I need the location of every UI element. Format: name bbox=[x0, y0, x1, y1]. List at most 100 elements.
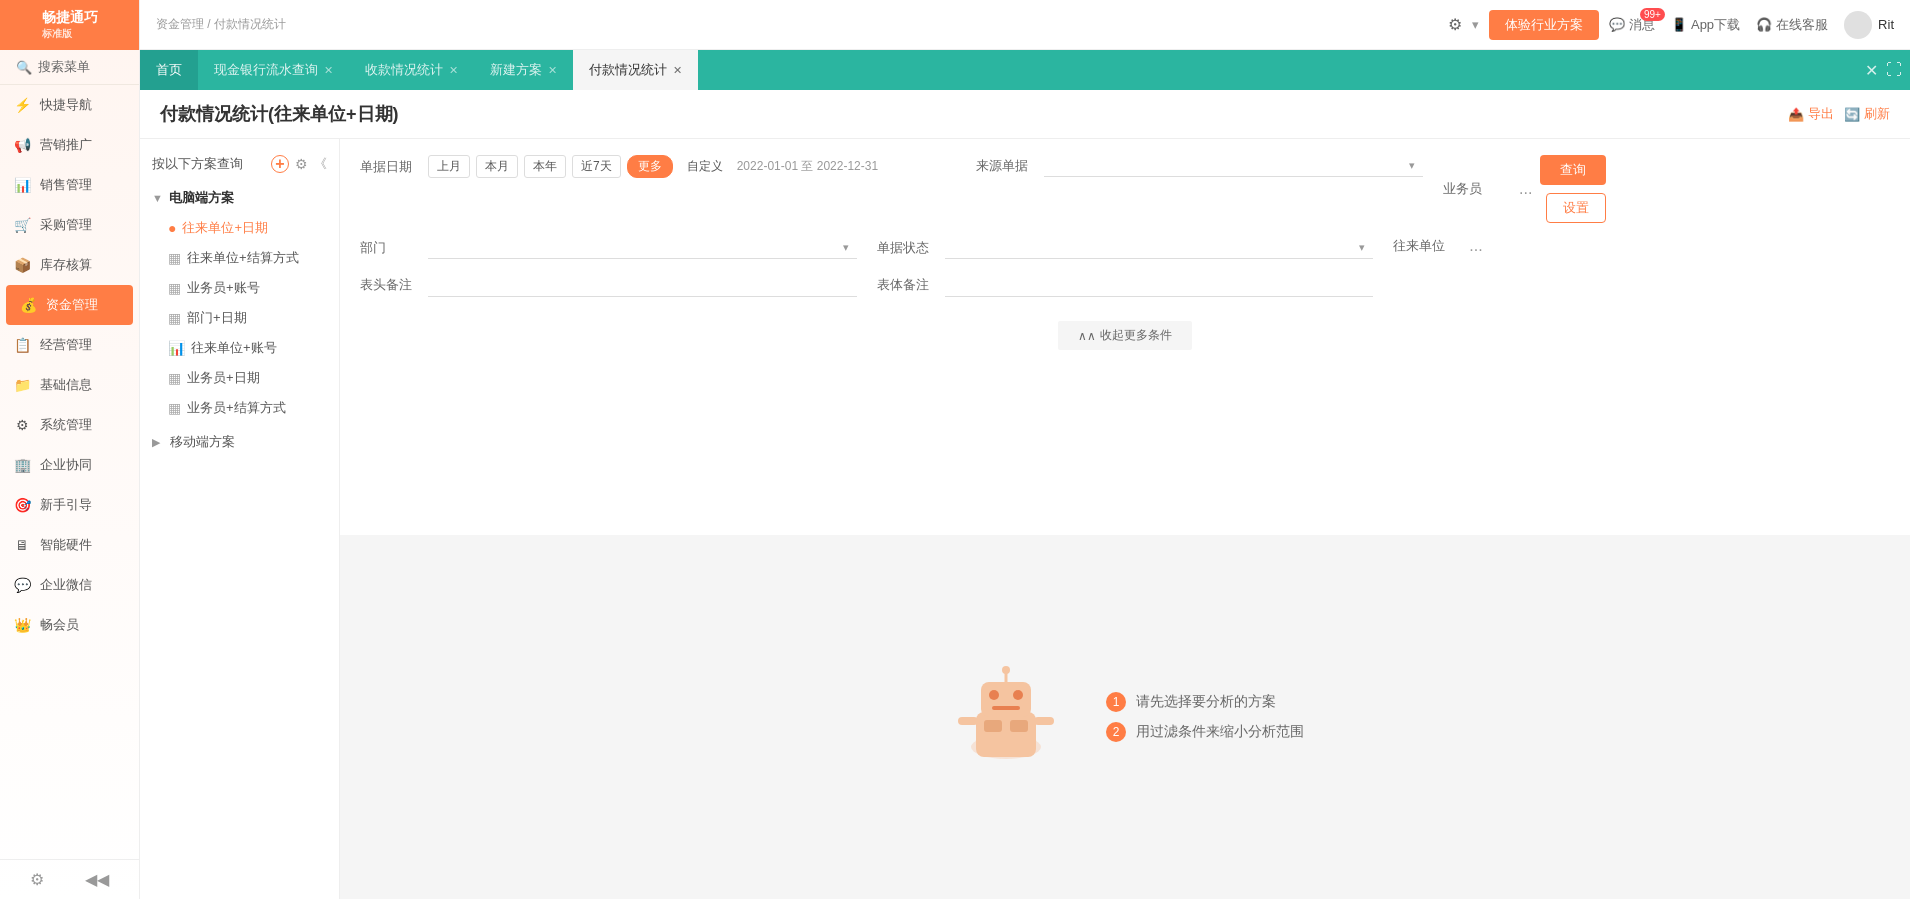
sidebar-item-quick-nav[interactable]: ⚡ 快捷导航 bbox=[0, 85, 139, 125]
date-range: 2022-01-01 至 2022-12-31 bbox=[737, 158, 878, 175]
filter-area: 单据日期 上月 本月 本年 近7天 更多 自定义 2022-01-01 至 20… bbox=[340, 139, 1910, 535]
scheme-item-salesman-date[interactable]: ▦业务员+日期 bbox=[140, 363, 339, 393]
add-scheme-icon[interactable]: + bbox=[271, 155, 289, 173]
main-area: 资金管理 / 付款情况统计 ⚙ ▾ 体验行业方案 💬 消息 99+ 📱 App下… bbox=[140, 0, 1910, 899]
date-btn-this-month[interactable]: 本月 bbox=[476, 155, 518, 178]
sidebar-item-enterprise[interactable]: 🏢 企业协同 bbox=[0, 445, 139, 485]
sidebar-item-purchase[interactable]: 🛒 采购管理 bbox=[0, 205, 139, 245]
close-tab-icon[interactable]: ✕ bbox=[1865, 61, 1878, 80]
scheme-panel: 按以下方案查询 + ⚙ 《 ▼ 电脑端方案 ●往来单位+日期▦往来单位+结算方式… bbox=[140, 139, 340, 899]
sidebar-label-sales: 销售管理 bbox=[40, 176, 92, 194]
sidebar-item-wechat[interactable]: 💬 企业微信 bbox=[0, 565, 139, 605]
scheme-item-partner-account[interactable]: 📊往来单位+账号 bbox=[140, 333, 339, 363]
tab-bank-flow[interactable]: 现金银行流水查询✕ bbox=[198, 50, 349, 90]
pc-section-header[interactable]: ▼ 电脑端方案 bbox=[140, 183, 339, 213]
sidebar-item-guide[interactable]: 🎯 新手引导 bbox=[0, 485, 139, 525]
table-header-input[interactable] bbox=[428, 273, 857, 297]
scheme-setting-icon[interactable]: ⚙ bbox=[295, 156, 308, 172]
date-btn-7days[interactable]: 近7天 bbox=[572, 155, 621, 178]
empty-step-1-text: 请先选择要分析的方案 bbox=[1136, 693, 1276, 711]
close-payment-stats-icon[interactable]: ✕ bbox=[673, 64, 682, 77]
date-btn-more[interactable]: 更多 bbox=[627, 155, 673, 178]
export-button[interactable]: 📤 导出 bbox=[1788, 105, 1834, 123]
finance-icon: 💰 bbox=[18, 295, 38, 315]
sidebar-item-marketing[interactable]: 📢 营销推广 bbox=[0, 125, 139, 165]
close-bank-flow-icon[interactable]: ✕ bbox=[324, 64, 333, 77]
tab-label-home: 首页 bbox=[156, 61, 182, 79]
tab-label-collection-stats: 收款情况统计 bbox=[365, 61, 443, 79]
trial-button[interactable]: 体验行业方案 bbox=[1489, 10, 1599, 40]
sidebar-item-inventory[interactable]: 📦 库存核算 bbox=[0, 245, 139, 285]
empty-step-2-text: 用过滤条件来缩小分析范围 bbox=[1136, 723, 1304, 741]
search-icon: 🔍 bbox=[16, 60, 32, 75]
online-service-button[interactable]: 🎧 在线客服 bbox=[1756, 16, 1828, 34]
voucher-status-select[interactable]: ▾ bbox=[945, 237, 1374, 259]
maximize-icon[interactable]: ⛶ bbox=[1886, 61, 1902, 79]
messages-button[interactable]: 💬 消息 99+ bbox=[1609, 16, 1655, 34]
scheme-actions: + ⚙ 《 bbox=[271, 155, 327, 173]
sidebar-label-operations: 经营管理 bbox=[40, 336, 92, 354]
sidebar: 畅捷通巧 标准版 🔍 搜索菜单 ⚡ 快捷导航 📢 营销推广 📊 销售管理 🛒 采… bbox=[0, 0, 140, 899]
svg-rect-10 bbox=[958, 717, 978, 725]
settings-button[interactable]: 设置 bbox=[1546, 193, 1606, 223]
scheme-item-partner-date[interactable]: ●往来单位+日期 bbox=[140, 213, 339, 243]
basic-info-icon: 📁 bbox=[12, 375, 32, 395]
partner-field: 往来单位 ... bbox=[1393, 237, 1890, 255]
query-button[interactable]: 查询 bbox=[1540, 155, 1606, 185]
tab-collection-stats[interactable]: 收款情况统计 ✕ bbox=[349, 50, 474, 90]
svg-point-9 bbox=[1002, 666, 1010, 674]
collapse-scheme-icon[interactable]: 《 bbox=[314, 155, 327, 173]
source-label: 来源单据 bbox=[976, 157, 1036, 175]
sidebar-label-finance: 资金管理 bbox=[46, 296, 98, 314]
sidebar-item-sales[interactable]: 📊 销售管理 bbox=[0, 165, 139, 205]
sidebar-label-hardware: 智能硬件 bbox=[40, 536, 92, 554]
sidebar-item-operations[interactable]: 📋 经营管理 bbox=[0, 325, 139, 365]
pc-section-title: 电脑端方案 bbox=[169, 189, 234, 207]
date-btn-custom[interactable]: 自定义 bbox=[679, 156, 731, 177]
scheme-panel-title: 按以下方案查询 bbox=[152, 155, 243, 173]
scheme-item-salesman-account[interactable]: ▦业务员+账号 bbox=[140, 273, 339, 303]
collapse-sidebar-icon[interactable]: ◀◀ bbox=[85, 870, 109, 889]
search-menu[interactable]: 🔍 搜索菜单 bbox=[0, 50, 139, 85]
tab-new-scheme[interactable]: 新建方案✕ bbox=[474, 50, 573, 90]
scheme-item-dept-date[interactable]: ▦部门+日期 bbox=[140, 303, 339, 333]
purchase-icon: 🛒 bbox=[12, 215, 32, 235]
mobile-section[interactable]: ▶ 移动端方案 bbox=[140, 427, 339, 457]
source-select[interactable]: ▾ bbox=[1044, 155, 1423, 177]
scheme-item-salesman-payment[interactable]: ▦业务员+结算方式 bbox=[140, 393, 339, 423]
breadcrumb: 资金管理 / 付款情况统计 bbox=[156, 16, 1438, 33]
scheme-label-salesman-payment: 业务员+结算方式 bbox=[187, 399, 286, 417]
date-btn-this-year[interactable]: 本年 bbox=[524, 155, 566, 178]
close-new-scheme-icon[interactable]: ✕ bbox=[548, 64, 557, 77]
dropdown-icon[interactable]: ▾ bbox=[1472, 17, 1479, 32]
main-body: 付款情况统计(往来单位+日期) 📤 导出 🔄 刷新 按以下方案查询 + bbox=[140, 90, 1910, 899]
tab-home[interactable]: 首页 bbox=[140, 50, 198, 90]
sidebar-item-finance[interactable]: 💰 资金管理 bbox=[6, 285, 133, 325]
right-panel: 单据日期 上月 本月 本年 近7天 更多 自定义 2022-01-01 至 20… bbox=[340, 139, 1910, 899]
settings-bottom-icon[interactable]: ⚙ bbox=[30, 870, 44, 889]
sidebar-item-member[interactable]: 👑 畅会员 bbox=[0, 605, 139, 645]
svg-rect-4 bbox=[981, 682, 1031, 717]
operations-icon: 📋 bbox=[12, 335, 32, 355]
collapse-conditions-button[interactable]: ∧∧ 收起更多条件 bbox=[1058, 321, 1192, 350]
refresh-button[interactable]: 🔄 刷新 bbox=[1844, 105, 1890, 123]
salesman-dots: ... bbox=[1511, 180, 1540, 198]
scheme-item-partner-payment[interactable]: ▦往来单位+结算方式 bbox=[140, 243, 339, 273]
search-menu-label: 搜索菜单 bbox=[38, 58, 90, 76]
empty-steps: 1 请先选择要分析的方案 2 用过滤条件来缩小分析范围 bbox=[1106, 692, 1304, 742]
inventory-icon: 📦 bbox=[12, 255, 32, 275]
sidebar-item-basic-info[interactable]: 📁 基础信息 bbox=[0, 365, 139, 405]
table-body-input[interactable] bbox=[945, 273, 1374, 297]
dept-select[interactable]: ▾ bbox=[428, 237, 857, 259]
user-area[interactable]: Rit bbox=[1844, 11, 1894, 39]
sidebar-item-system[interactable]: ⚙ 系统管理 bbox=[0, 405, 139, 445]
sidebar-item-hardware[interactable]: 🖥 智能硬件 bbox=[0, 525, 139, 565]
app-download-button[interactable]: 📱 App下载 bbox=[1671, 16, 1740, 34]
dept-field: 部门 ▾ bbox=[360, 237, 857, 259]
date-btn-last-month[interactable]: 上月 bbox=[428, 155, 470, 178]
salesman-account-icon: ▦ bbox=[168, 280, 181, 296]
tab-payment-stats[interactable]: 付款情况统计✕ bbox=[573, 50, 698, 90]
gear-icon[interactable]: ⚙ bbox=[1448, 15, 1462, 34]
close-collection-stats-icon[interactable]: ✕ bbox=[449, 64, 458, 77]
system-icon: ⚙ bbox=[12, 415, 32, 435]
